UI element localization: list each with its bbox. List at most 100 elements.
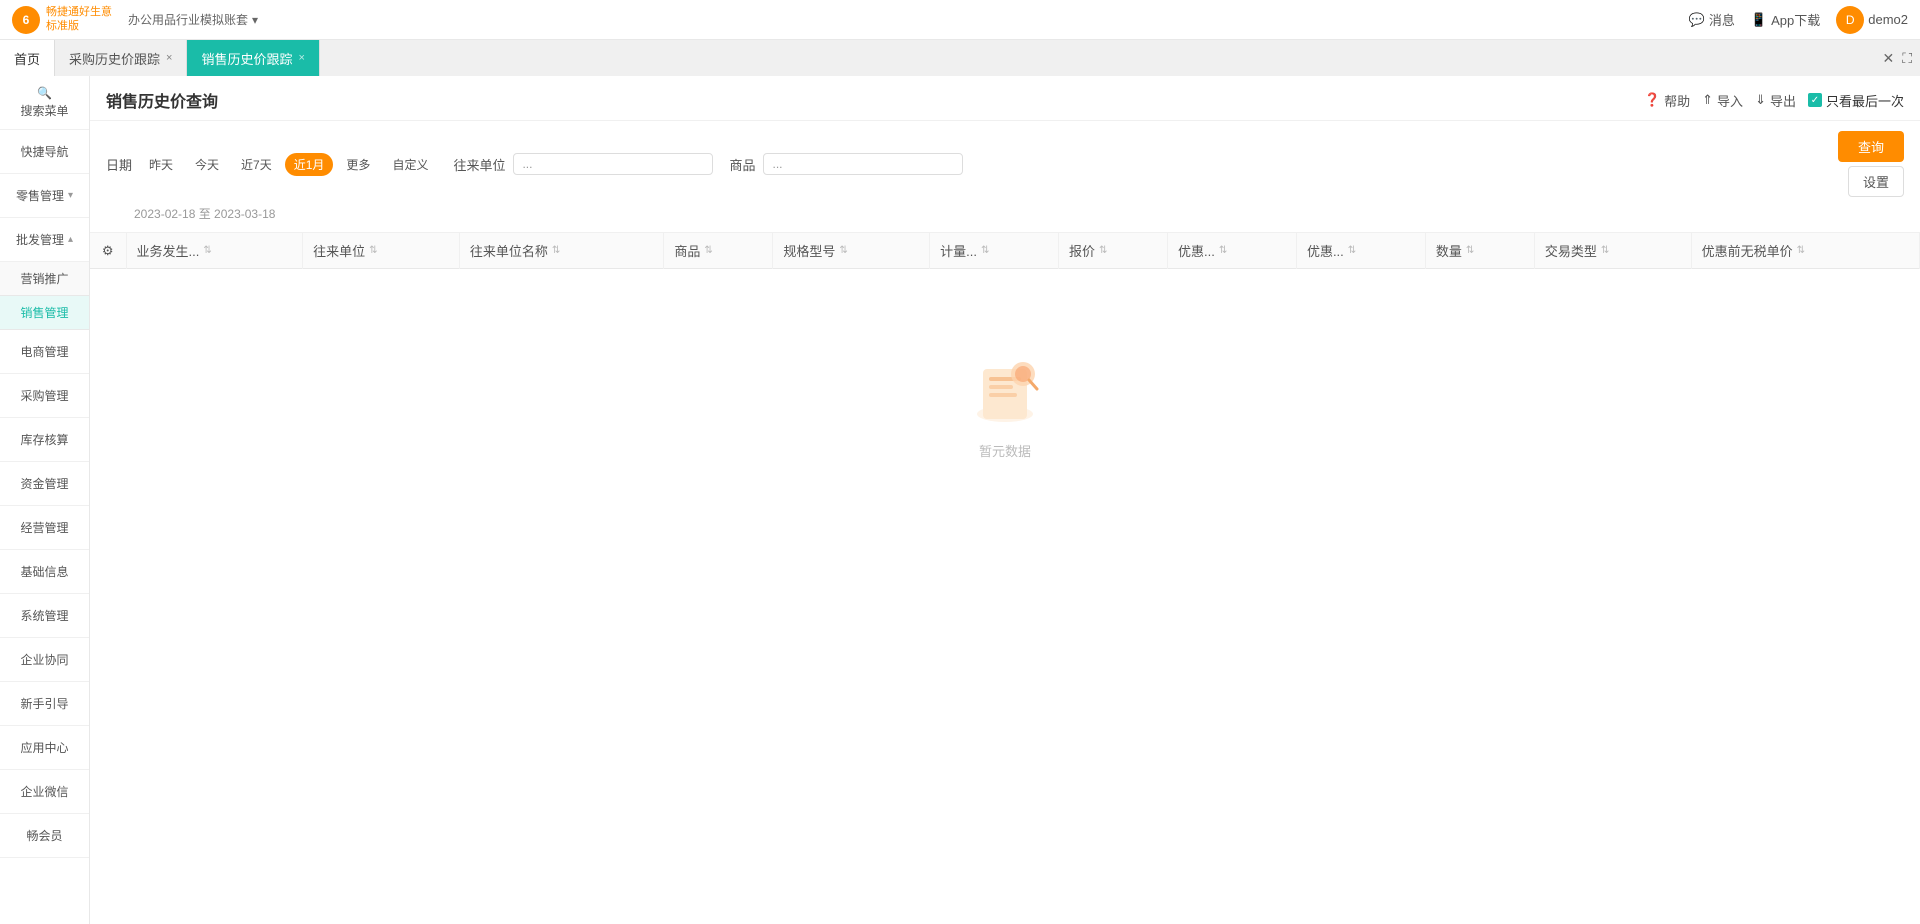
chevron-down-icon: ▾ xyxy=(68,190,73,201)
user-menu[interactable]: D demo2 xyxy=(1836,6,1908,34)
date-btn-yesterday[interactable]: 昨天 xyxy=(140,153,182,176)
sidebar-item-enterprise-collab[interactable]: 企业协同 xyxy=(0,638,89,682)
logo-text: 畅捷通好生意 标准版 xyxy=(46,6,112,32)
sidebar-item-marketing[interactable]: 营销推广 xyxy=(0,262,89,296)
workspace-selector[interactable]: 办公用品行业模拟账套 ▾ xyxy=(128,11,258,28)
col-partner-code[interactable]: 往来单位⇅ xyxy=(303,233,460,269)
sort-icon: ⇅ xyxy=(1348,245,1356,256)
content-area: 销售历史价查询 ❓ 帮助 ⇑ 导入 ⇓ 导出 只看最后一次 xyxy=(90,76,1920,924)
query-button[interactable]: 查询 xyxy=(1838,131,1904,162)
goods-input[interactable]: ... xyxy=(763,153,963,175)
partner-label: 往来单位 xyxy=(453,155,505,174)
tab-bar: 首页 采购历史价跟踪 × 销售历史价跟踪 × ✕ ⛶ xyxy=(0,40,1920,76)
message-icon: 💬 xyxy=(1689,12,1705,28)
sidebar-item-member[interactable]: 畅会员 xyxy=(0,814,89,858)
date-range-display: 2023-02-18 至 2023-03-18 xyxy=(134,205,275,222)
sort-icon: ⇅ xyxy=(704,245,712,256)
date-quick-buttons: 昨天 今天 近7天 近1月 更多 自定义 xyxy=(140,153,437,176)
sidebar-item-search-menu[interactable]: 🔍 搜索菜单 xyxy=(0,76,89,130)
col-unit[interactable]: 计量...⇅ xyxy=(930,233,1059,269)
export-button[interactable]: ⇓ 导出 xyxy=(1755,91,1796,110)
export-icon: ⇓ xyxy=(1755,92,1766,108)
close-window-icon[interactable]: ✕ xyxy=(1882,50,1894,67)
sidebar-item-finance[interactable]: 资金管理 xyxy=(0,462,89,506)
partner-input[interactable]: ... xyxy=(513,153,713,175)
checkbox-checked-icon xyxy=(1808,93,1822,107)
date-filter-group: 日期 昨天 今天 近7天 近1月 更多 自定义 xyxy=(106,153,437,176)
col-settings[interactable]: ⚙ xyxy=(90,233,126,269)
sort-icon: ⇅ xyxy=(981,245,989,256)
sidebar-item-purchase[interactable]: 采购管理 xyxy=(0,374,89,418)
col-biz-date[interactable]: 业务发生...⇅ xyxy=(126,233,303,269)
app-download-button[interactable]: 📱 App下载 xyxy=(1751,10,1820,29)
import-icon: ⇑ xyxy=(1702,92,1713,108)
col-discount2[interactable]: 优惠...⇅ xyxy=(1296,233,1425,269)
sidebar-item-retail[interactable]: 零售管理 ▾ xyxy=(0,174,89,218)
sort-icon: ⇅ xyxy=(1466,245,1474,256)
sidebar-item-system[interactable]: 系统管理 xyxy=(0,594,89,638)
date-btn-today[interactable]: 今天 xyxy=(186,153,228,176)
only-last-checkbox[interactable]: 只看最后一次 xyxy=(1808,91,1904,110)
filter-bar: 日期 昨天 今天 近7天 近1月 更多 自定义 往来单位 ... xyxy=(90,121,1920,233)
setting-button[interactable]: 设置 xyxy=(1848,166,1904,197)
download-icon: 📱 xyxy=(1751,12,1767,28)
tab-purchase-history[interactable]: 采购历史价跟踪 × xyxy=(55,40,187,76)
message-button[interactable]: 💬 消息 xyxy=(1689,10,1735,29)
sort-icon: ⇅ xyxy=(369,245,377,256)
sidebar-item-ecommerce[interactable]: 电商管理 xyxy=(0,330,89,374)
col-qty[interactable]: 数量⇅ xyxy=(1425,233,1534,269)
empty-state: 暂元数据 xyxy=(90,269,1920,540)
sort-icon: ⇅ xyxy=(1219,245,1227,256)
help-icon: ❓ xyxy=(1644,92,1660,108)
sort-icon: ⇅ xyxy=(1797,245,1805,256)
import-button[interactable]: ⇑ 导入 xyxy=(1702,91,1743,110)
sort-icon: ⇅ xyxy=(203,245,211,256)
maximize-icon[interactable]: ⛶ xyxy=(1902,50,1912,67)
tab-home[interactable]: 首页 xyxy=(0,40,55,76)
col-discount1[interactable]: 优惠...⇅ xyxy=(1168,233,1297,269)
logo-area: 6 畅捷通好生意 标准版 xyxy=(12,6,112,34)
sidebar-item-base-info[interactable]: 基础信息 xyxy=(0,550,89,594)
col-trade-type[interactable]: 交易类型⇅ xyxy=(1534,233,1691,269)
col-spec[interactable]: 规格型号⇅ xyxy=(773,233,930,269)
tab-close-sales[interactable]: × xyxy=(298,52,304,64)
sidebar-item-app-center[interactable]: 应用中心 xyxy=(0,726,89,770)
top-bar-left: 6 畅捷通好生意 标准版 办公用品行业模拟账套 ▾ xyxy=(12,6,258,34)
col-goods[interactable]: 商品⇅ xyxy=(664,233,773,269)
empty-text: 暂元数据 xyxy=(979,441,1031,460)
top-bar: 6 畅捷通好生意 标准版 办公用品行业模拟账套 ▾ 💬 消息 📱 App下载 D… xyxy=(0,0,1920,40)
tab-close-purchase[interactable]: × xyxy=(166,52,172,64)
date-btn-custom[interactable]: 自定义 xyxy=(383,153,437,176)
filter-row-1: 日期 昨天 今天 近7天 近1月 更多 自定义 往来单位 ... xyxy=(106,131,1904,197)
goods-filter-group: 商品 ... xyxy=(729,153,963,175)
sidebar-item-newbie-guide[interactable]: 新手引导 xyxy=(0,682,89,726)
date-btn-more[interactable]: 更多 xyxy=(337,153,379,176)
page-header: 销售历史价查询 ❓ 帮助 ⇑ 导入 ⇓ 导出 只看最后一次 xyxy=(90,76,1920,121)
col-price-notax[interactable]: 优惠前无税单价⇅ xyxy=(1691,233,1919,269)
col-quote[interactable]: 报价⇅ xyxy=(1059,233,1168,269)
data-table: ⚙ 业务发生...⇅ 往来单位⇅ 往来单位名称⇅ 商品⇅ xyxy=(90,233,1920,269)
sidebar-item-sales-manage[interactable]: 销售管理 xyxy=(0,296,89,330)
tab-sales-history[interactable]: 销售历史价跟踪 × xyxy=(187,40,319,76)
sidebar-item-enterprise-wechat[interactable]: 企业微信 xyxy=(0,770,89,814)
table-header-row: ⚙ 业务发生...⇅ 往来单位⇅ 往来单位名称⇅ 商品⇅ xyxy=(90,233,1920,269)
sort-icon: ⇅ xyxy=(552,245,560,256)
page-title: 销售历史价查询 xyxy=(106,88,218,112)
sidebar-item-wholesale[interactable]: 批发管理 ▴ xyxy=(0,218,89,262)
date-label: 日期 xyxy=(106,155,132,174)
sidebar-item-inventory[interactable]: 库存核算 xyxy=(0,418,89,462)
search-menu-icon: 🔍 xyxy=(37,86,52,100)
avatar: D xyxy=(1836,6,1864,34)
sidebar-item-operations[interactable]: 经营管理 xyxy=(0,506,89,550)
help-button[interactable]: ❓ 帮助 xyxy=(1644,91,1690,110)
sidebar-item-quick-nav[interactable]: 快捷导航 xyxy=(0,130,89,174)
empty-icon xyxy=(965,349,1045,429)
sort-icon: ⇅ xyxy=(1601,245,1609,256)
top-bar-right: 💬 消息 📱 App下载 D demo2 xyxy=(1689,6,1908,34)
main-layout: 🔍 搜索菜单 快捷导航 零售管理 ▾ 批发管理 ▴ 营销推广 销售管理 电商管理… xyxy=(0,76,1920,924)
chevron-up-icon: ▴ xyxy=(68,234,73,245)
chevron-down-icon: ▾ xyxy=(252,13,258,27)
date-btn-7days[interactable]: 近7天 xyxy=(232,153,281,176)
col-partner-name[interactable]: 往来单位名称⇅ xyxy=(459,233,663,269)
date-btn-1month[interactable]: 近1月 xyxy=(285,153,334,176)
